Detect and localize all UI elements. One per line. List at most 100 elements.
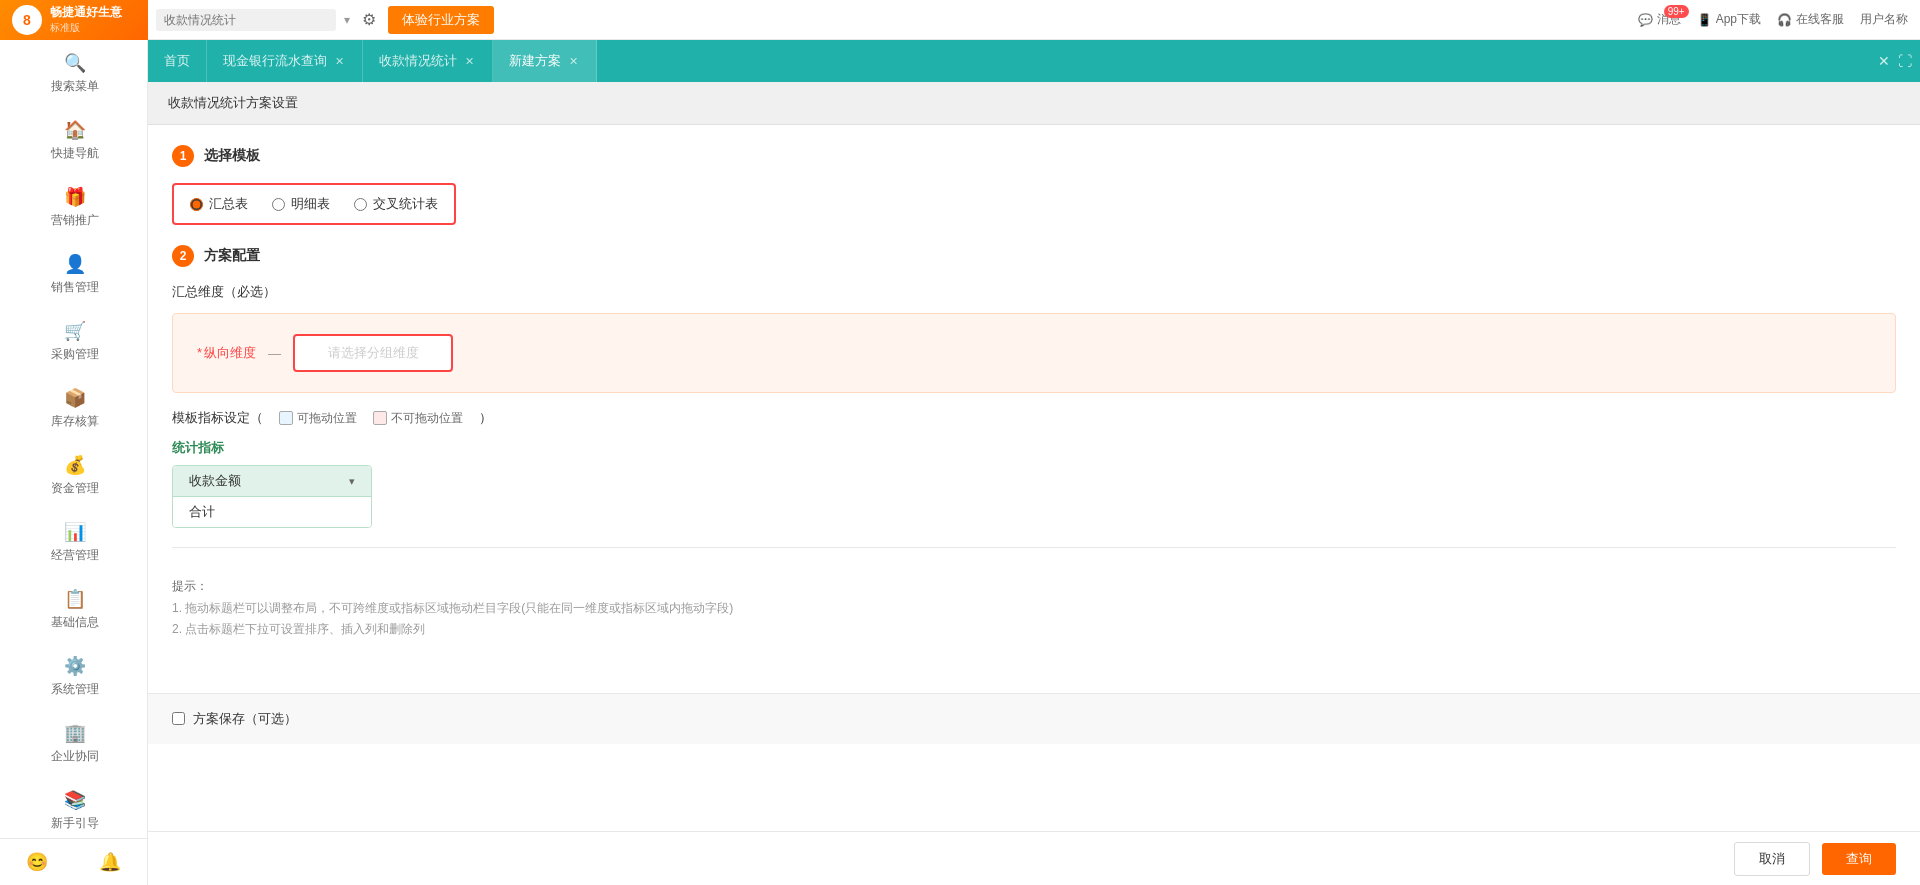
step1-number: 1 <box>172 145 194 167</box>
summary-dimension-label: 汇总维度（必选） <box>172 283 1896 301</box>
tab-receipt-stats-close[interactable]: ✕ <box>463 53 476 70</box>
main-layout: 🔍 搜索菜单 🏠 快捷导航 🎁 营销推广 👤 销售管理 🛒 采购管理 📦 <box>0 40 1920 885</box>
tab-bank-flow[interactable]: 现金银行流水查询 ✕ <box>207 40 363 82</box>
radio-summary-input[interactable] <box>190 198 203 211</box>
metrics-header-close: ） <box>479 409 492 427</box>
sidebar-label-newbie: 新手引导 <box>51 815 99 832</box>
sidebar-label-base-info: 基础信息 <box>51 614 99 631</box>
online-support-label: 在线客服 <box>1796 11 1844 28</box>
metrics-col-dropdown-icon[interactable]: ▾ <box>349 475 355 488</box>
radio-cross-input[interactable] <box>354 198 367 211</box>
divider <box>172 547 1896 548</box>
tab-receipt-stats[interactable]: 收款情况统计 ✕ <box>363 40 493 82</box>
tab-bank-flow-close[interactable]: ✕ <box>333 53 346 70</box>
tab-maximize-button[interactable]: ⛶ <box>1898 53 1912 69</box>
radio-detail-label: 明细表 <box>291 195 330 213</box>
metrics-col-header[interactable]: 收款金额 ▾ <box>173 466 371 497</box>
tips-section: 提示： 1. 拖动标题栏可以调整布局，不可跨维度或指标区域拖动栏目字段(只能在同… <box>172 564 1896 653</box>
template-select-box: 汇总表 明细表 交叉统计表 <box>172 183 456 225</box>
metrics-col-name: 收款金额 <box>189 472 241 490</box>
sidebar-label-sales: 销售管理 <box>51 279 99 296</box>
sidebar-label-marketing: 营销推广 <box>51 212 99 229</box>
cancel-button[interactable]: 取消 <box>1734 842 1810 876</box>
step2-header: 2 方案配置 <box>172 245 1896 267</box>
radio-detail-input[interactable] <box>272 198 285 211</box>
tips-title: 提示： <box>172 579 208 593</box>
tab-receipt-stats-label: 收款情况统计 <box>379 52 457 70</box>
sidebar-bottom: 😊 🔔 <box>0 838 147 885</box>
sidebar-label-quick-nav: 快捷导航 <box>51 145 99 162</box>
sidebar-item-quick-nav[interactable]: 🏠 快捷导航 <box>0 107 147 174</box>
not-draggable-label: 不可拖动位置 <box>391 410 463 427</box>
tip2: 2. 点击标题栏下拉可设置排序、插入列和删除列 <box>172 619 1896 641</box>
bottom-section: 方案保存（可选） <box>148 693 1920 744</box>
metrics-header-label: 模板指标设定（ <box>172 409 263 427</box>
radio-summary-label: 汇总表 <box>209 195 248 213</box>
tab-new-plan-label: 新建方案 <box>509 52 561 70</box>
tab-close-window-button[interactable]: ✕ <box>1878 53 1890 69</box>
logo-version: 标准版 <box>50 21 122 35</box>
tab-bank-flow-label: 现金银行流水查询 <box>223 52 327 70</box>
sidebar-item-enterprise[interactable]: 🏢 企业协同 <box>0 710 147 777</box>
sidebar-bottom-icon1[interactable]: 😊 <box>26 851 48 873</box>
save-label: 方案保存（可选） <box>193 710 297 728</box>
step2-number: 2 <box>172 245 194 267</box>
no-drag-icon <box>373 411 387 425</box>
app-download-label: App下载 <box>1716 11 1761 28</box>
sidebar-item-operations[interactable]: 📊 经营管理 <box>0 509 147 576</box>
sidebar-item-marketing[interactable]: 🎁 营销推广 <box>0 174 147 241</box>
sidebar-bottom-icon2[interactable]: 🔔 <box>99 851 121 873</box>
dimension-placeholder[interactable]: 请选择分组维度 <box>293 334 453 372</box>
sidebar-item-finance[interactable]: 💰 资金管理 <box>0 442 147 509</box>
sidebar-label-system: 系统管理 <box>51 681 99 698</box>
save-checkbox[interactable] <box>172 712 185 725</box>
sidebar-label-operations: 经营管理 <box>51 547 99 564</box>
page-inner: 收款情况统计方案设置 1 选择模板 汇总表 <box>148 82 1920 831</box>
box-icon: 📦 <box>64 387 86 409</box>
query-button[interactable]: 查询 <box>1822 843 1896 875</box>
sidebar-label-finance: 资金管理 <box>51 480 99 497</box>
metrics-section: 模板指标设定（ 可拖动位置 不可拖动位置 ） <box>172 409 1896 531</box>
tab-bar: 首页 现金银行流水查询 ✕ 收款情况统计 ✕ 新建方案 ✕ ✕ ⛶ <box>148 40 1920 82</box>
breadcrumb-input[interactable] <box>156 9 336 31</box>
sidebar-item-system[interactable]: ⚙️ 系统管理 <box>0 643 147 710</box>
radio-cross[interactable]: 交叉统计表 <box>354 195 438 213</box>
page-title: 收款情况统计方案设置 <box>168 95 298 110</box>
industry-plan-button[interactable]: 体验行业方案 <box>388 6 494 34</box>
sidebar-item-newbie[interactable]: 📚 新手引导 <box>0 777 147 838</box>
header-right: 💬 消息 99+ 📱 App下载 🎧 在线客服 用户名称 <box>1638 11 1908 28</box>
sidebar-label-enterprise: 企业协同 <box>51 748 99 765</box>
sidebar-nav: 🔍 搜索菜单 🏠 快捷导航 🎁 营销推广 👤 销售管理 🛒 采购管理 📦 <box>0 40 147 838</box>
user-name: 用户名称 <box>1860 11 1908 28</box>
cart-icon: 🛒 <box>64 320 86 342</box>
tab-home[interactable]: 首页 <box>148 40 207 82</box>
logo-text-area: 畅捷通好生意 标准版 <box>50 4 122 35</box>
settings-button[interactable]: ⚙ <box>358 6 380 33</box>
sidebar-item-base-info[interactable]: 📋 基础信息 <box>0 576 147 643</box>
footer-actions: 取消 查询 <box>148 831 1920 885</box>
header-left: 8 畅捷通好生意 标准版 ▾ ⚙ 体验行业方案 <box>12 0 1638 40</box>
metrics-label: 统计指标 <box>172 439 1896 457</box>
sidebar-item-sales[interactable]: 👤 销售管理 <box>0 241 147 308</box>
tab-new-plan-close[interactable]: ✕ <box>567 53 580 70</box>
money-icon: 💰 <box>64 454 86 476</box>
sidebar-item-purchase[interactable]: 🛒 采购管理 <box>0 308 147 375</box>
sidebar: 🔍 搜索菜单 🏠 快捷导航 🎁 营销推广 👤 销售管理 🛒 采购管理 📦 <box>0 40 148 885</box>
app-download-area[interactable]: 📱 App下载 <box>1697 11 1761 28</box>
online-support-area[interactable]: 🎧 在线客服 <box>1777 11 1844 28</box>
notification-area[interactable]: 💬 消息 99+ <box>1638 11 1681 28</box>
dimension-row: 纵向维度 — 请选择分组维度 <box>197 334 1871 372</box>
breadcrumb-dropdown-icon[interactable]: ▾ <box>344 13 350 27</box>
dimension-area: 纵向维度 — 请选择分组维度 <box>172 313 1896 393</box>
book-icon: 📚 <box>64 789 86 811</box>
sidebar-label-purchase: 采购管理 <box>51 346 99 363</box>
page-content: 收款情况统计方案设置 1 选择模板 汇总表 <box>148 82 1920 831</box>
sidebar-item-search-menu[interactable]: 🔍 搜索菜单 <box>0 40 147 107</box>
building-icon: 🏢 <box>64 722 86 744</box>
radio-detail[interactable]: 明细表 <box>272 195 330 213</box>
sidebar-item-inventory[interactable]: 📦 库存核算 <box>0 375 147 442</box>
gear-icon: ⚙️ <box>64 655 86 677</box>
search-icon: 🔍 <box>64 52 86 74</box>
radio-summary[interactable]: 汇总表 <box>190 195 248 213</box>
tab-new-plan[interactable]: 新建方案 ✕ <box>493 40 597 82</box>
